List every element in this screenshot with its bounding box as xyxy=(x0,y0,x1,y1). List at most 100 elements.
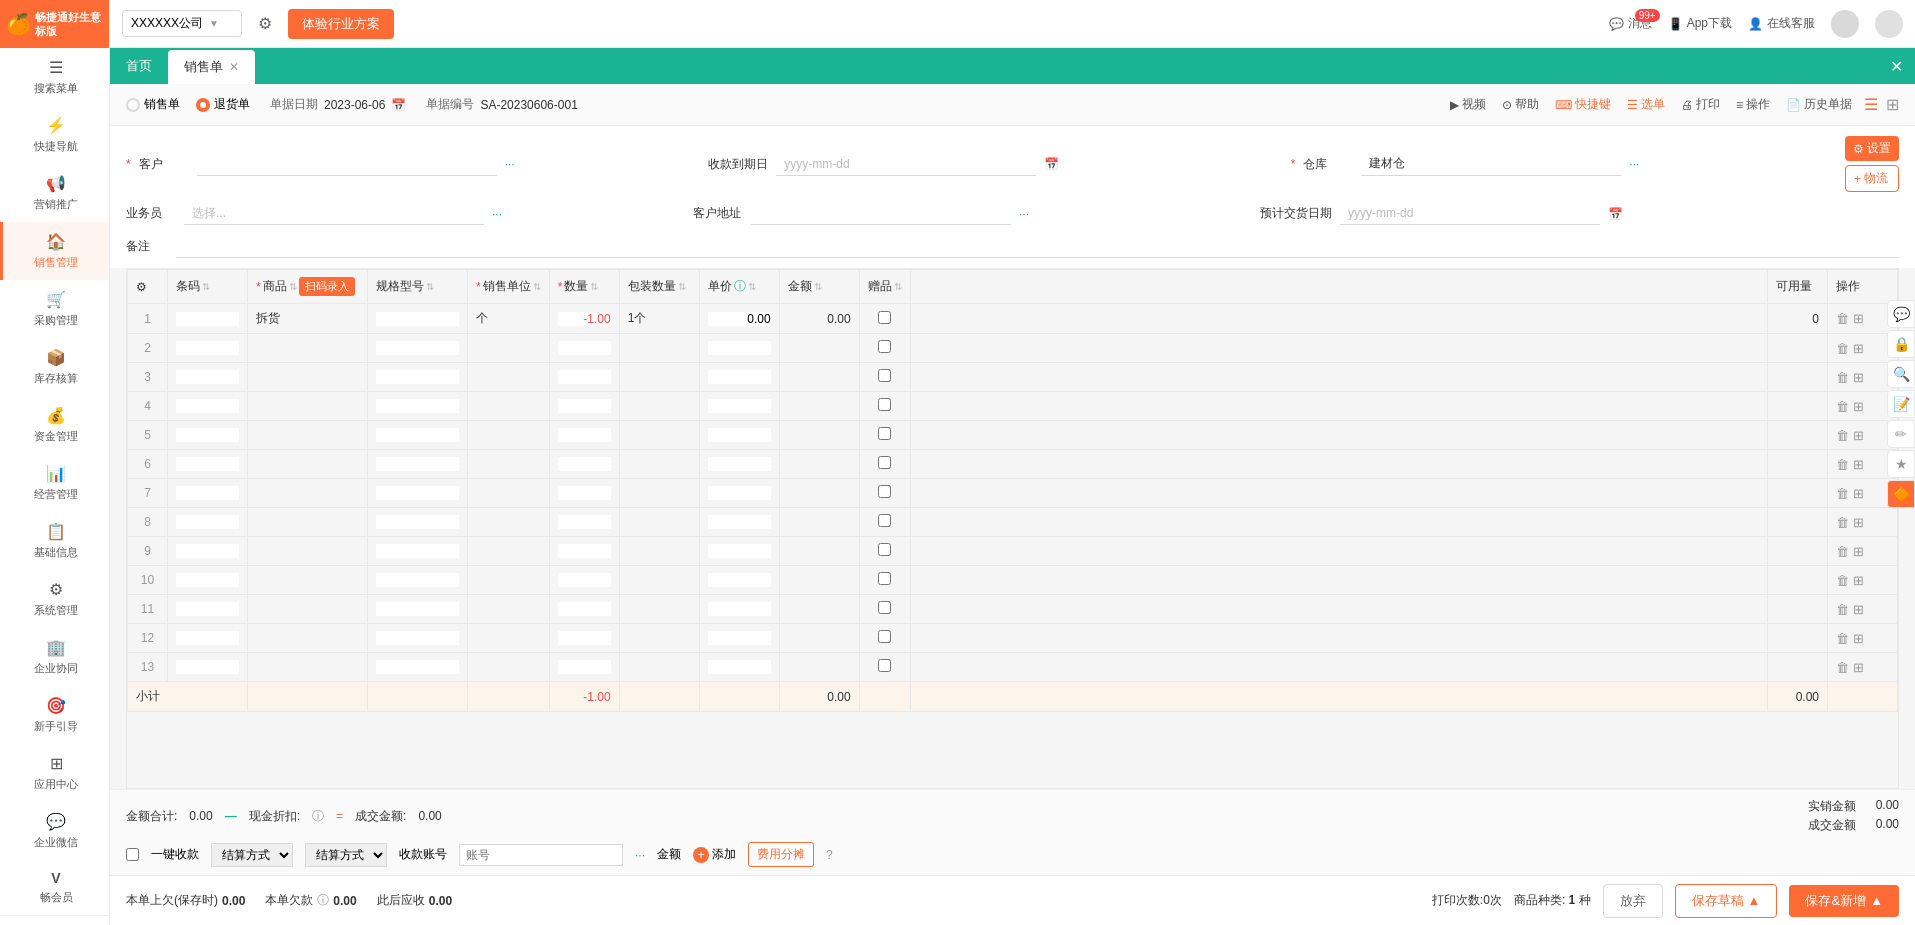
row-copy-icon-9[interactable]: ⊞ xyxy=(1853,544,1864,559)
row-barcode-11[interactable] xyxy=(168,595,248,624)
row-price-3[interactable] xyxy=(699,363,779,392)
total-owed-info-icon[interactable]: ⓘ xyxy=(317,892,329,909)
row-price-4[interactable] xyxy=(699,392,779,421)
tab-sales-order[interactable]: 销售单 ✕ xyxy=(168,50,255,84)
customer-addr-lookup-icon[interactable]: ··· xyxy=(1019,207,1029,221)
col-header-settings[interactable]: ⚙ xyxy=(128,270,168,304)
row-delete-icon-2[interactable]: 🗑 xyxy=(1836,341,1849,356)
row-price-7[interactable] xyxy=(699,479,779,508)
row-qty-11[interactable] xyxy=(549,595,619,624)
float-icon-star[interactable]: ★ xyxy=(1887,450,1915,478)
due-date-input[interactable] xyxy=(776,153,1036,176)
row-gift-7[interactable] xyxy=(859,479,910,508)
row-spec-3[interactable] xyxy=(368,363,468,392)
toolbar-shortcut[interactable]: ⌨ 快捷键 xyxy=(1551,94,1615,115)
toolbar-video[interactable]: ▶ 视频 xyxy=(1446,94,1490,115)
row-gift-11[interactable] xyxy=(859,595,910,624)
logistics-button[interactable]: + 物流 xyxy=(1845,165,1899,192)
sidebar-item-finance[interactable]: 💰 资金管理 xyxy=(0,396,109,454)
user-avatar[interactable] xyxy=(1831,10,1859,38)
row-delete-icon-9[interactable]: 🗑 xyxy=(1836,544,1849,559)
float-icon-lock[interactable]: 🔒 xyxy=(1887,330,1915,358)
sidebar-item-stock[interactable]: 📦 库存核算 xyxy=(0,338,109,396)
row-spec-2[interactable] xyxy=(368,334,468,363)
sidebar-item-search[interactable]: ☰ 搜索菜单 xyxy=(0,48,109,106)
trial-button[interactable]: 体验行业方案 xyxy=(288,9,394,39)
row-gift-5[interactable] xyxy=(859,421,910,450)
expense-split-button[interactable]: 费用分摊 xyxy=(748,842,814,867)
row-spec-10[interactable] xyxy=(368,566,468,595)
row-delete-icon-7[interactable]: 🗑 xyxy=(1836,486,1849,501)
row-gift-3[interactable] xyxy=(859,363,910,392)
warehouse-input[interactable] xyxy=(1361,153,1621,176)
row-delete-icon-5[interactable]: 🗑 xyxy=(1836,428,1849,443)
row-price-10[interactable] xyxy=(699,566,779,595)
row-qty-1[interactable] xyxy=(549,304,619,334)
row-gift-4[interactable] xyxy=(859,392,910,421)
row-delete-icon-12[interactable]: 🗑 xyxy=(1836,631,1849,646)
row-copy-icon-10[interactable]: ⊞ xyxy=(1853,573,1864,588)
sidebar-item-marketing[interactable]: 📢 营销推广 xyxy=(0,164,109,222)
row-delete-icon-13[interactable]: 🗑 xyxy=(1836,660,1849,675)
row-price-8[interactable] xyxy=(699,508,779,537)
scan-button[interactable]: 扫码录入 xyxy=(299,277,355,296)
add-payment-button[interactable]: + 添加 xyxy=(693,846,736,863)
row-price-13[interactable] xyxy=(699,653,779,682)
row-spec-4[interactable] xyxy=(368,392,468,421)
customer-input[interactable] xyxy=(197,153,497,176)
save-draft-button[interactable]: 保存草稿 ▲ xyxy=(1675,884,1778,918)
row-copy-icon-13[interactable]: ⊞ xyxy=(1853,660,1864,675)
row-qty-9[interactable] xyxy=(549,537,619,566)
row-spec-12[interactable] xyxy=(368,624,468,653)
table-settings-icon[interactable]: ⚙ xyxy=(136,280,147,294)
row-copy-icon-6[interactable]: ⊞ xyxy=(1853,457,1864,472)
one-click-checkbox[interactable] xyxy=(126,848,139,861)
row-qty-2[interactable] xyxy=(549,334,619,363)
toolbar-operation[interactable]: ≡ 操作 xyxy=(1732,94,1774,115)
row-price-9[interactable] xyxy=(699,537,779,566)
row-spec-13[interactable] xyxy=(368,653,468,682)
row-qty-13[interactable] xyxy=(549,653,619,682)
calendar-icon[interactable]: 📅 xyxy=(391,98,406,112)
row-gift-10[interactable] xyxy=(859,566,910,595)
row-delete-icon-4[interactable]: 🗑 xyxy=(1836,399,1849,414)
view-toggle-list[interactable]: ☰ xyxy=(1864,95,1878,114)
toolbar-print[interactable]: 🖨 打印 xyxy=(1677,94,1724,115)
salesperson-input[interactable] xyxy=(184,202,484,225)
row-spec-1[interactable] xyxy=(368,304,468,334)
row-copy-icon-8[interactable]: ⊞ xyxy=(1853,515,1864,530)
toolbar-help[interactable]: ⊙ 帮助 xyxy=(1498,94,1543,115)
sidebar-item-guide[interactable]: 🎯 新手引导 xyxy=(0,686,109,744)
price-info-icon[interactable]: ⓘ xyxy=(734,278,746,295)
row-gift-13[interactable] xyxy=(859,653,910,682)
sidebar-item-base[interactable]: 📋 基础信息 xyxy=(0,512,109,570)
save-new-button[interactable]: 保存&新增 ▲ xyxy=(1789,885,1899,917)
sidebar-item-system[interactable]: ⚙ 系统管理 xyxy=(0,570,109,628)
view-toggle-grid[interactable]: ⊞ xyxy=(1886,95,1899,114)
row-gift-8[interactable] xyxy=(859,508,910,537)
expected-delivery-calendar-icon[interactable]: 📅 xyxy=(1608,207,1623,221)
row-barcode-12[interactable] xyxy=(168,624,248,653)
discard-button[interactable]: 放弃 xyxy=(1603,884,1663,918)
float-icon-comment[interactable]: 💬 xyxy=(1887,300,1915,328)
row-spec-8[interactable] xyxy=(368,508,468,537)
row-price-2[interactable] xyxy=(699,334,779,363)
row-delete-icon-11[interactable]: 🗑 xyxy=(1836,602,1849,617)
sidebar-item-appstore[interactable]: ⊞ 应用中心 xyxy=(0,744,109,802)
warehouse-lookup-icon[interactable]: ··· xyxy=(1629,157,1639,171)
settings-button[interactable]: ⚙ 设置 xyxy=(1845,136,1899,161)
sidebar-item-quick-nav[interactable]: ⚡ 快捷导航 xyxy=(0,106,109,164)
row-price-6[interactable] xyxy=(699,450,779,479)
row-qty-10[interactable] xyxy=(549,566,619,595)
row-spec-5[interactable] xyxy=(368,421,468,450)
app-download-button[interactable]: 📱 App下载 xyxy=(1668,15,1732,32)
payment-dots[interactable]: ··· xyxy=(635,848,645,862)
row-price-12[interactable] xyxy=(699,624,779,653)
company-selector[interactable]: XXXXXX公司 ▼ xyxy=(122,10,242,37)
row-barcode-6[interactable] xyxy=(168,450,248,479)
float-icon-edit[interactable]: ✏ xyxy=(1887,420,1915,448)
tabbar-close-icon[interactable]: ✕ xyxy=(1878,57,1915,76)
message-button[interactable]: 💬 消息 99+ xyxy=(1609,15,1652,32)
row-copy-icon-4[interactable]: ⊞ xyxy=(1853,399,1864,414)
row-copy-icon-11[interactable]: ⊞ xyxy=(1853,602,1864,617)
